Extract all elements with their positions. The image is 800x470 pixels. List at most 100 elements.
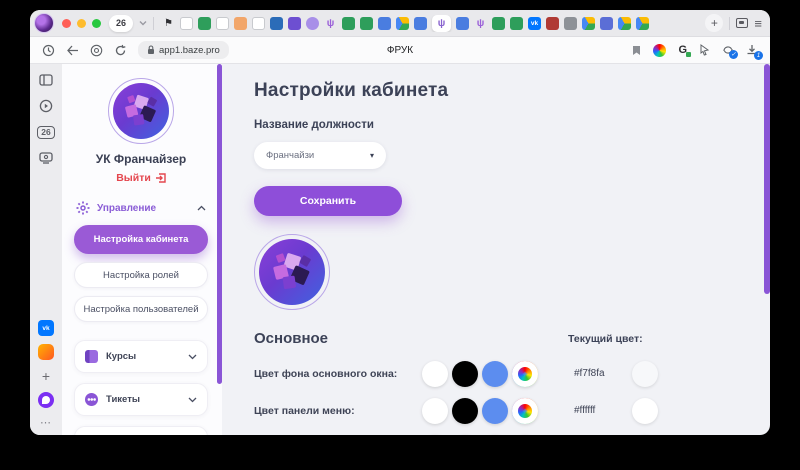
drive-tab-icon[interactable] (636, 16, 649, 30)
preset-color-swatch[interactable] (452, 397, 478, 424)
main-content: Настройки кабинета Название должности Фр… (222, 64, 770, 435)
sheets-tab-icon[interactable] (360, 16, 373, 30)
docs-tab-icon[interactable] (600, 16, 613, 30)
flag-tab-icon[interactable]: ⚑ (162, 17, 175, 30)
custom-color-wheel-swatch[interactable] (512, 397, 538, 424)
logout-icon (155, 173, 166, 183)
preset-color-swatch[interactable] (482, 360, 508, 387)
play-circle-icon[interactable] (39, 99, 53, 113)
back-icon[interactable] (66, 45, 79, 56)
sidebar-subitem[interactable]: Настройка кабинета (74, 225, 208, 254)
preset-color-swatch[interactable] (482, 434, 508, 435)
tab-counter[interactable]: 26 (109, 14, 133, 32)
logout-label: Выйти (116, 172, 151, 184)
chat-icon (85, 393, 98, 406)
url-bar[interactable]: app1.baze.pro (138, 41, 229, 59)
nav-group-header[interactable]: Управление (74, 201, 208, 215)
close-window-button[interactable] (62, 18, 71, 28)
active-tab[interactable]: ψ (432, 14, 451, 32)
g-extension-icon[interactable]: G (678, 44, 691, 57)
chevron-down-icon: ▾ (369, 151, 374, 160)
rail-tab-counter[interactable]: 26 (37, 126, 55, 140)
browser-tab-strip: 26 ⚑ ψ ψ ψ vk + ≡ (30, 10, 770, 37)
app-orange-tab-icon[interactable] (234, 16, 247, 30)
color-wheel-extension-icon[interactable] (653, 43, 667, 57)
page-scrollbar[interactable] (764, 64, 770, 294)
chevron-down-icon[interactable] (139, 20, 147, 26)
sheets-tab-icon[interactable] (510, 16, 523, 30)
profile-avatar (108, 78, 174, 144)
sidebar-group-label: Тикеты (106, 394, 140, 405)
extension-icon[interactable] (90, 44, 103, 57)
download-icon[interactable]: 1 (746, 44, 763, 60)
sidebar-subitem[interactable]: Настройка пользователей (74, 296, 208, 322)
reload-icon[interactable] (114, 44, 127, 57)
nav-subitems: Настройка кабинета Настройка ролей Настрой… (74, 225, 208, 322)
purple-app-pinned-icon[interactable] (38, 392, 54, 408)
download-badge: 1 (754, 51, 763, 60)
sheets-tab-icon[interactable] (198, 16, 211, 30)
fullscreen-window-button[interactable] (92, 18, 101, 28)
preset-color-swatch[interactable] (422, 434, 448, 435)
gray-app-tab-icon[interactable] (564, 16, 577, 30)
board-tab-icon[interactable] (252, 16, 265, 30)
sheets-tab-icon[interactable] (492, 16, 505, 30)
docs-tab-icon[interactable] (456, 16, 469, 30)
history-icon[interactable] (42, 44, 55, 57)
shield-app-tab-icon[interactable] (288, 16, 301, 30)
baze-plug-tab-icon[interactable]: ψ (435, 17, 448, 30)
preset-swatches (422, 434, 546, 435)
docs-tab-icon[interactable] (378, 16, 391, 30)
browser-profile-avatar[interactable] (34, 13, 54, 33)
new-tab-button[interactable]: + (705, 14, 724, 32)
tab-favicon-strip: ⚑ ψ ψ ψ vk (162, 14, 699, 32)
sheets-tab-icon[interactable] (342, 16, 355, 30)
orange-app-pinned-icon[interactable] (38, 344, 54, 360)
document-tab-icon[interactable] (180, 16, 193, 30)
sync-check-icon[interactable]: ✓ (722, 44, 738, 59)
preset-color-swatch[interactable] (452, 360, 478, 387)
preset-color-swatch[interactable] (482, 397, 508, 424)
preset-color-swatch[interactable] (422, 397, 448, 424)
section-title: Основное (254, 330, 329, 347)
position-select-value: Франчайзи (266, 150, 315, 161)
vk-tab-icon[interactable]: vk (528, 16, 541, 30)
more-dots-icon[interactable]: ⋯ (40, 416, 52, 429)
app-lilac-tab-icon[interactable] (306, 16, 319, 30)
save-button[interactable]: Сохранить (254, 186, 402, 216)
bookmark-icon[interactable] (632, 45, 641, 56)
minimize-window-button[interactable] (77, 18, 86, 28)
custom-color-wheel-swatch[interactable] (512, 360, 538, 387)
pointer-extension-icon[interactable] (699, 44, 710, 56)
drive-tab-icon[interactable] (396, 16, 409, 30)
color-setting-row: Фирменный цвет:#8761CE (254, 429, 770, 435)
sidebar-subitem[interactable]: Настройка ролей (74, 262, 208, 288)
nav-group-management: Управление Настройка кабинета Настройка р… (74, 201, 208, 322)
baze-plug-tab-icon[interactable]: ψ (474, 17, 487, 30)
avatar-cubes-art (273, 253, 311, 289)
sidebar-group-chat[interactable]: Тикеты (74, 383, 208, 416)
drive-tab-icon[interactable] (582, 16, 595, 30)
tab-overview-icon[interactable] (736, 18, 749, 28)
preset-color-swatch[interactable] (422, 360, 448, 387)
menu-icon[interactable]: ≡ (754, 17, 762, 30)
sidebar-group-report[interactable]: Отчёты (74, 426, 208, 435)
profile-card: УК Франчайзер Выйти (74, 78, 208, 184)
docs-tab-icon[interactable] (414, 16, 427, 30)
sidebar-group-book[interactable]: Курсы (74, 340, 208, 373)
document-tab-icon[interactable] (216, 16, 229, 30)
custom-color-wheel-swatch[interactable] (512, 434, 538, 435)
reader-view-icon[interactable] (39, 152, 53, 164)
chevron-down-icon (188, 354, 197, 360)
vk-pinned-icon[interactable]: vk (38, 320, 54, 336)
trello-tab-icon[interactable] (270, 16, 283, 30)
add-pinned-icon[interactable]: + (38, 368, 54, 384)
sidebar-panels-icon[interactable] (39, 74, 53, 86)
preset-color-swatch[interactable] (452, 434, 478, 435)
red-app-tab-icon[interactable] (546, 16, 559, 30)
logout-button[interactable]: Выйти (116, 172, 166, 184)
baze-plug-tab-icon[interactable]: ψ (324, 17, 337, 30)
position-select[interactable]: Франчайзи ▾ (254, 142, 386, 169)
drive-tab-icon[interactable] (618, 16, 631, 30)
section-header: Основное Текущий цвет: (254, 330, 770, 350)
